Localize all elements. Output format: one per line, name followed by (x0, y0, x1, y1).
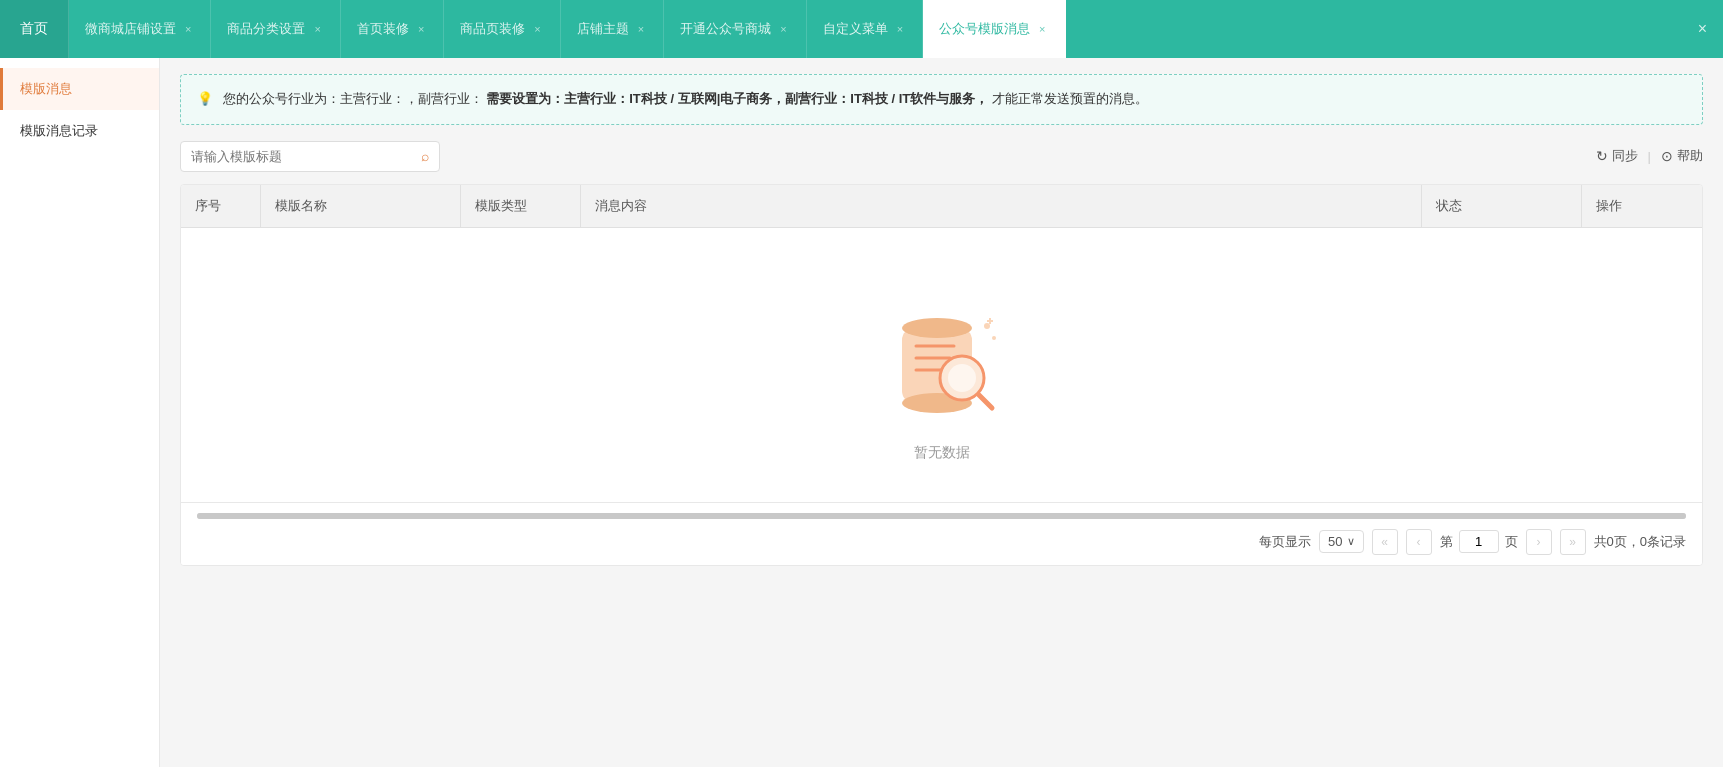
tab-template-msg-label: 公众号模版消息 (939, 20, 1030, 38)
tab-home-label: 首页 (20, 20, 48, 38)
sync-button[interactable]: ↻ 同步 (1596, 147, 1638, 165)
global-close-button[interactable]: × (1682, 20, 1723, 38)
scrollbar-thumb (197, 513, 1686, 519)
top-navigation: 首页 微商城店铺设置 × 商品分类设置 × 首页装修 × 商品页装修 × 店铺主… (0, 0, 1723, 58)
page-size-label: 每页显示 (1259, 533, 1311, 551)
close-tab-product-decor[interactable]: × (531, 22, 543, 36)
tab-open-mall-label: 开通公众号商城 (680, 20, 771, 38)
tab-template-msg[interactable]: 公众号模版消息 × (923, 0, 1065, 58)
toolbar-right: ↻ 同步 | ⊙ 帮助 (1596, 147, 1703, 165)
pagination-controls: 每页显示 50 ∨ « ‹ 第 页 › » 共0页，0条记录 (197, 529, 1686, 555)
page-unit: 页 (1505, 533, 1518, 551)
prev-page-button[interactable]: ‹ (1406, 529, 1432, 555)
notice-suffix: 才能正常发送预置的消息。 (992, 91, 1148, 106)
close-tab-template-msg[interactable]: × (1036, 22, 1048, 36)
th-type: 模版类型 (461, 185, 581, 227)
help-icon: ⊙ (1661, 148, 1673, 164)
tab-custom-menu[interactable]: 自定义菜单 × (807, 0, 923, 58)
page-total: 共0页，0条记录 (1594, 533, 1686, 551)
sidebar: 模版消息 模版消息记录 (0, 58, 160, 767)
close-tab-shop-settings[interactable]: × (182, 22, 194, 36)
help-label: 帮助 (1677, 147, 1703, 165)
help-button[interactable]: ⊙ 帮助 (1661, 147, 1703, 165)
chevron-down-icon: ∨ (1347, 535, 1355, 548)
svg-point-11 (992, 336, 996, 340)
th-name: 模版名称 (261, 185, 461, 227)
pagination-wrap: 每页显示 50 ∨ « ‹ 第 页 › » 共0页，0条记录 (181, 502, 1702, 565)
close-tab-home-decor[interactable]: × (415, 22, 427, 36)
scrollbar[interactable] (197, 513, 1686, 519)
sidebar-item-template-msg-record-label: 模版消息记录 (20, 123, 98, 138)
search-row: ⌕ ↻ 同步 | ⊙ 帮助 (180, 141, 1703, 172)
last-page-button[interactable]: » (1560, 529, 1586, 555)
tab-shop-settings-label: 微商城店铺设置 (85, 20, 176, 38)
tab-home-decor[interactable]: 首页装修 × (341, 0, 444, 58)
svg-line-9 (979, 395, 992, 408)
tab-category-settings[interactable]: 商品分类设置 × (211, 0, 340, 58)
page-size-select[interactable]: 50 ∨ (1319, 530, 1363, 553)
sync-label: 同步 (1612, 147, 1638, 165)
close-tab-open-mall[interactable]: × (777, 22, 789, 36)
first-page-button[interactable]: « (1372, 529, 1398, 555)
content-area: 💡 您的公众号行业为：主营行业：，副营行业： 需要设置为：主营行业：IT科技 /… (160, 58, 1723, 767)
page-input-group: 第 页 (1440, 530, 1518, 553)
search-input[interactable] (191, 142, 421, 171)
tab-custom-menu-label: 自定义菜单 (823, 20, 888, 38)
search-input-wrap[interactable]: ⌕ (180, 141, 440, 172)
tab-shop-settings[interactable]: 微商城店铺设置 × (69, 0, 211, 58)
notice-prefix: 您的公众号行业为：主营行业：，副营行业： (223, 91, 483, 106)
tab-home-decor-label: 首页装修 (357, 20, 409, 38)
svg-point-2 (902, 318, 972, 338)
notice-icon: 💡 (197, 91, 213, 106)
close-tab-custom-menu[interactable]: × (894, 22, 906, 36)
data-table: 序号 模版名称 模版类型 消息内容 状态 操作 (180, 184, 1703, 566)
empty-illustration (872, 288, 1012, 428)
empty-text: 暂无数据 (914, 444, 970, 462)
svg-point-8 (948, 364, 976, 392)
sync-icon: ↻ (1596, 148, 1608, 164)
notice-highlight: 需要设置为：主营行业：IT科技 / 互联网|电子商务，副营行业：IT科技 / I… (486, 91, 988, 106)
tab-shop-theme[interactable]: 店铺主题 × (561, 0, 664, 58)
th-status: 状态 (1422, 185, 1582, 227)
notice-box: 💡 您的公众号行业为：主营行业：，副营行业： 需要设置为：主营行业：IT科技 /… (180, 74, 1703, 125)
search-icon[interactable]: ⌕ (421, 148, 429, 164)
th-content: 消息内容 (581, 185, 1422, 227)
sidebar-item-template-msg-record[interactable]: 模版消息记录 (0, 110, 159, 152)
tab-category-settings-label: 商品分类设置 (227, 20, 305, 38)
tab-product-decor-label: 商品页装修 (460, 20, 525, 38)
tab-home[interactable]: 首页 (0, 0, 69, 58)
divider: | (1648, 149, 1651, 164)
next-page-button[interactable]: › (1526, 529, 1552, 555)
close-tab-category-settings[interactable]: × (311, 22, 323, 36)
th-action: 操作 (1582, 185, 1702, 227)
page-size-value: 50 (1328, 534, 1342, 549)
sidebar-item-template-msg-label: 模版消息 (20, 81, 72, 96)
main-layout: 模版消息 模版消息记录 💡 您的公众号行业为：主营行业：，副营行业： 需要设置为… (0, 58, 1723, 767)
close-tab-shop-theme[interactable]: × (635, 22, 647, 36)
page-label: 第 (1440, 533, 1453, 551)
tab-open-mall[interactable]: 开通公众号商城 × (664, 0, 806, 58)
table-header: 序号 模版名称 模版类型 消息内容 状态 操作 (181, 185, 1702, 228)
tab-shop-theme-label: 店铺主题 (577, 20, 629, 38)
sidebar-item-template-msg[interactable]: 模版消息 (0, 68, 159, 110)
empty-state: 暂无数据 (181, 228, 1702, 502)
tab-product-decor[interactable]: 商品页装修 × (444, 0, 560, 58)
th-seq: 序号 (181, 185, 261, 227)
page-number-input[interactable] (1459, 530, 1499, 553)
